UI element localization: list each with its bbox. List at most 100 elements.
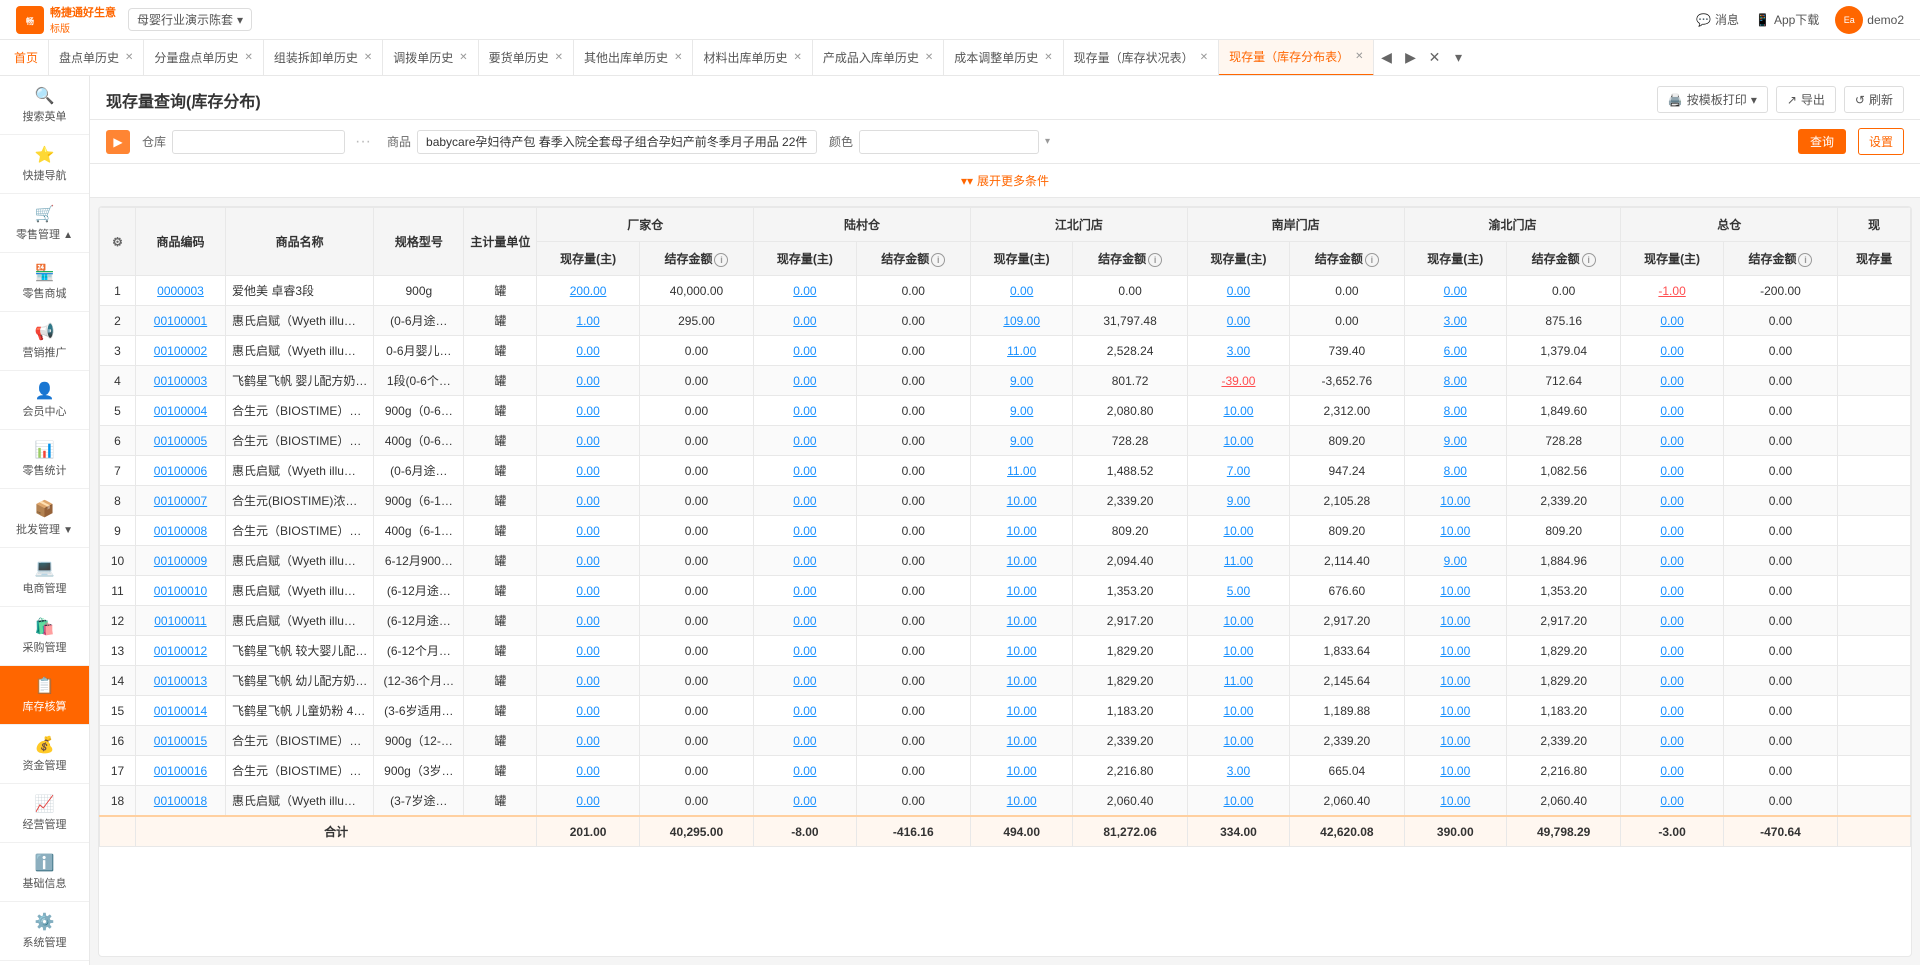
cell-spec: (3-7岁途… xyxy=(374,786,464,817)
warehouse-input[interactable] xyxy=(172,130,345,154)
code-link[interactable]: 00100001 xyxy=(154,314,207,328)
cell-lucun-cur: 0.00 xyxy=(754,516,856,546)
sidebar-item-business[interactable]: 📈 经营管理 xyxy=(0,784,89,843)
cell-code: 00100012 xyxy=(136,636,226,666)
code-link[interactable]: 00100009 xyxy=(154,554,207,568)
sidebar-item-collab[interactable]: 🤝 企业协同 xyxy=(0,961,89,965)
filter-toggle-btn[interactable]: ▶ xyxy=(106,130,130,154)
tab-material-out[interactable]: 材料出库单历史 ✕ xyxy=(693,40,812,76)
info-icon[interactable]: i xyxy=(931,253,945,267)
code-link[interactable]: 00100005 xyxy=(154,434,207,448)
color-input[interactable] xyxy=(859,130,1039,154)
code-link[interactable]: 00100003 xyxy=(154,374,207,388)
info-icon[interactable]: i xyxy=(1148,253,1162,267)
tab-close-all-btn[interactable]: ✕ xyxy=(1422,40,1446,76)
code-link[interactable]: 00100016 xyxy=(154,764,207,778)
sidebar-item-retail-mall[interactable]: 🏪 零售商城 xyxy=(0,253,89,312)
sidebar-item-system[interactable]: ⚙️ 系统管理 xyxy=(0,902,89,961)
user-area[interactable]: Ea demo2 xyxy=(1835,6,1904,34)
info-icon[interactable]: i xyxy=(1365,253,1379,267)
tab-stock-status[interactable]: 现存量（库存状况表） ✕ xyxy=(1064,40,1219,76)
close-icon[interactable]: ✕ xyxy=(1044,52,1052,63)
info-icon[interactable]: i xyxy=(1582,253,1596,267)
refresh-icon: ↺ xyxy=(1855,93,1865,107)
cell-lucun-amt: 0.00 xyxy=(856,426,970,456)
cell-nanan-cur: 11.00 xyxy=(1187,666,1289,696)
tab-prev-btn[interactable]: ◀ xyxy=(1374,40,1398,76)
sidebar-item-retail-mgmt[interactable]: 🛒 零售管理 ▲ xyxy=(0,194,89,253)
code-link[interactable]: 00100012 xyxy=(154,644,207,658)
tab-requisition[interactable]: 要货单历史 ✕ xyxy=(479,40,574,76)
code-link[interactable]: 00100002 xyxy=(154,344,207,358)
info-icon[interactable]: i xyxy=(714,253,728,267)
code-link[interactable]: 00100007 xyxy=(154,494,207,508)
tab-inventory-check[interactable]: 盘点单历史 ✕ xyxy=(49,40,144,76)
query-btn[interactable]: 查询 xyxy=(1798,129,1846,154)
cell-changjiacao-cur: 1.00 xyxy=(537,306,639,336)
message-btn[interactable]: 💬 消息 xyxy=(1696,11,1739,28)
code-link[interactable]: 0000003 xyxy=(157,284,204,298)
close-icon[interactable]: ✕ xyxy=(364,52,372,63)
warehouse-dots[interactable]: ··· xyxy=(351,133,375,151)
settings-icon[interactable]: ⚙ xyxy=(108,232,128,252)
sidebar-item-inventory[interactable]: 📋 库存核算 xyxy=(0,666,89,725)
code-link[interactable]: 00100014 xyxy=(154,704,207,718)
sidebar-item-finance[interactable]: 💰 资金管理 xyxy=(0,725,89,784)
stats-icon: 📊 xyxy=(4,440,85,460)
table-container[interactable]: ⚙ 商品编码 商品名称 规格型号 主计量单位 厂家仓 陆村仓 江北门店 南岸门店… xyxy=(98,206,1912,957)
code-link[interactable]: 00100013 xyxy=(154,674,207,688)
tab-assembly[interactable]: 组装拆卸单历史 ✕ xyxy=(264,40,383,76)
code-link[interactable]: 00100006 xyxy=(154,464,207,478)
app-download-btn[interactable]: 📱 App下载 xyxy=(1755,11,1819,28)
tab-expand-btn[interactable]: ▾ xyxy=(1446,40,1470,76)
code-link[interactable]: 00100011 xyxy=(154,614,207,628)
code-link[interactable]: 00100010 xyxy=(154,584,207,598)
info-icon[interactable]: i xyxy=(1798,253,1812,267)
code-link[interactable]: 00100018 xyxy=(154,794,207,808)
footer-label xyxy=(100,816,136,847)
tab-transfer[interactable]: 调拨单历史 ✕ xyxy=(383,40,478,76)
tab-home[interactable]: 首页 xyxy=(4,40,49,76)
tab-stock-dist[interactable]: 现存量（库存分布表） ✕ xyxy=(1219,40,1374,76)
close-icon[interactable]: ✕ xyxy=(1200,52,1208,63)
tab-cost-adjust[interactable]: 成本调整单历史 ✕ xyxy=(944,40,1063,76)
tab-sub-inventory[interactable]: 分量盘点单历史 ✕ xyxy=(144,40,263,76)
color-dropdown-icon[interactable]: ▾ xyxy=(1045,136,1050,147)
chevron-down-icon: ▾ xyxy=(237,13,243,27)
tab-finished-in[interactable]: 产成品入库单历史 ✕ xyxy=(813,40,944,76)
settings-btn[interactable]: 设置 xyxy=(1858,128,1904,155)
sidebar-item-ecommerce[interactable]: 💻 电商管理 xyxy=(0,548,89,607)
tab-next-btn[interactable]: ▶ xyxy=(1398,40,1422,76)
close-icon[interactable]: ✕ xyxy=(925,52,933,63)
close-icon[interactable]: ✕ xyxy=(674,52,682,63)
close-icon[interactable]: ✕ xyxy=(125,52,133,63)
sidebar-item-wholesale[interactable]: 📦 批发管理 ▼ xyxy=(0,489,89,548)
refresh-btn[interactable]: ↺ 刷新 xyxy=(1844,86,1904,113)
close-icon[interactable]: ✕ xyxy=(1355,51,1363,62)
close-icon[interactable]: ✕ xyxy=(793,52,801,63)
tab-other-out[interactable]: 其他出库单历史 ✕ xyxy=(574,40,693,76)
sidebar-item-nav[interactable]: ⭐ 快捷导航 xyxy=(0,135,89,194)
code-link[interactable]: 00100015 xyxy=(154,734,207,748)
sidebar-item-basic-info[interactable]: ℹ️ 基础信息 xyxy=(0,843,89,902)
sidebar-item-purchase[interactable]: 🛍️ 采购管理 xyxy=(0,607,89,666)
cell-nanan-cur: 10.00 xyxy=(1187,426,1289,456)
expand-conditions-btn[interactable]: ▾▾ 展开更多条件 xyxy=(961,172,1049,189)
sidebar-item-member[interactable]: 👤 会员中心 xyxy=(0,371,89,430)
code-link[interactable]: 00100008 xyxy=(154,524,207,538)
close-icon[interactable]: ✕ xyxy=(555,52,563,63)
export-btn[interactable]: ↗ 导出 xyxy=(1776,86,1836,113)
cell-yubei-amt: 1,082.56 xyxy=(1507,456,1621,486)
industry-selector[interactable]: 母婴行业演示陈套 ▾ xyxy=(128,8,252,31)
cell-changjiacao-amt: 0.00 xyxy=(639,756,753,786)
cell-changjiacao-amt: 40,000.00 xyxy=(639,276,753,306)
cell-jiangbei-amt: 1,353.20 xyxy=(1073,576,1187,606)
close-icon[interactable]: ✕ xyxy=(459,52,467,63)
close-icon[interactable]: ✕ xyxy=(244,52,252,63)
sidebar-item-search[interactable]: 🔍 搜索英单 xyxy=(0,76,89,135)
goods-input[interactable] xyxy=(417,130,817,154)
code-link[interactable]: 00100004 xyxy=(154,404,207,418)
print-btn[interactable]: 🖨️ 按模板打印 ▾ xyxy=(1657,86,1768,113)
sidebar-item-marketing[interactable]: 📢 营销推广 xyxy=(0,312,89,371)
sidebar-item-retail-stats[interactable]: 📊 零售统计 xyxy=(0,430,89,489)
